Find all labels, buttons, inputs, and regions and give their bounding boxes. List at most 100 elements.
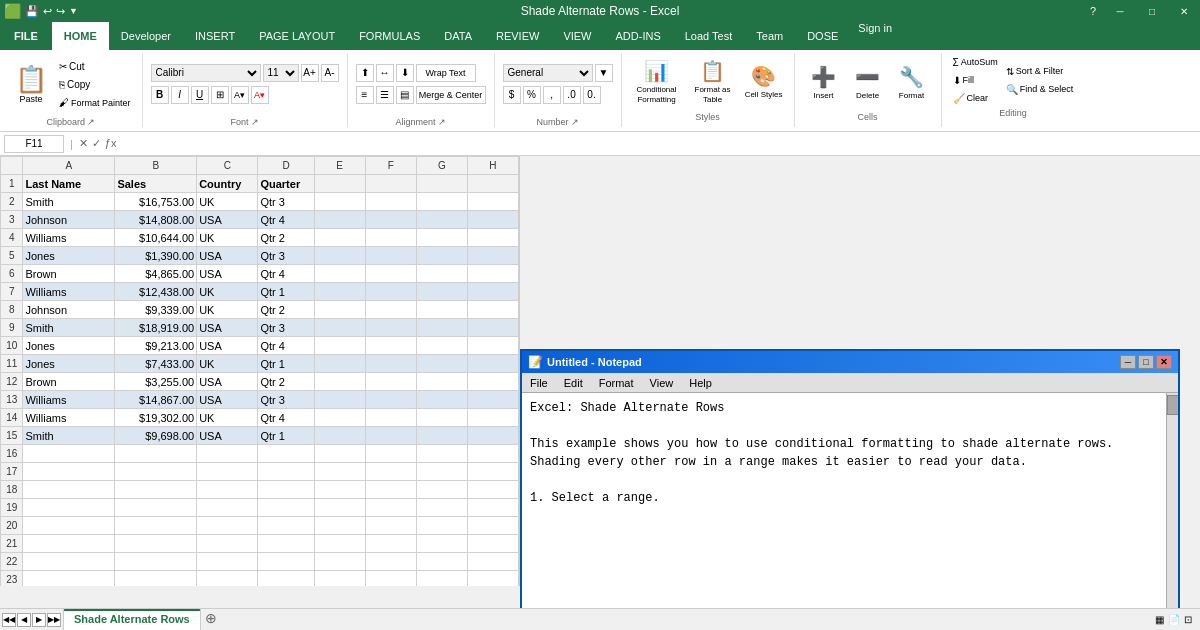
table-cell[interactable]: Jones: [23, 355, 115, 373]
table-cell[interactable]: [416, 391, 467, 409]
table-cell[interactable]: [416, 319, 467, 337]
table-cell[interactable]: $10,644.00: [115, 229, 197, 247]
row-header[interactable]: 20: [1, 517, 23, 535]
table-cell[interactable]: [365, 211, 416, 229]
notepad-menu-help[interactable]: Help: [681, 373, 720, 393]
notepad-menu-edit[interactable]: Edit: [556, 373, 591, 393]
table-cell[interactable]: [314, 355, 365, 373]
tab-addins[interactable]: ADD-INS: [604, 22, 673, 50]
table-cell[interactable]: [365, 427, 416, 445]
decimal-decrease-button[interactable]: 0.: [583, 86, 601, 104]
table-row[interactable]: 21: [1, 535, 519, 553]
table-cell[interactable]: [314, 319, 365, 337]
col-header-f[interactable]: F: [365, 157, 416, 175]
table-cell[interactable]: [467, 535, 518, 553]
fill-color-button[interactable]: A▾: [231, 86, 249, 104]
table-cell[interactable]: [197, 499, 258, 517]
font-color-button[interactable]: A▾: [251, 86, 269, 104]
tab-view[interactable]: VIEW: [551, 22, 603, 50]
table-cell[interactable]: [197, 553, 258, 571]
percent-button[interactable]: %: [523, 86, 541, 104]
cut-button[interactable]: ✂ Cut: [56, 59, 134, 75]
table-cell[interactable]: $1,390.00: [115, 247, 197, 265]
copy-button[interactable]: ⎘ Copy: [56, 77, 134, 93]
align-center-button[interactable]: ☰: [376, 86, 394, 104]
add-sheet-button[interactable]: ⊕: [201, 609, 221, 627]
table-cell[interactable]: [416, 517, 467, 535]
table-cell[interactable]: [467, 409, 518, 427]
tab-developer[interactable]: Developer: [109, 22, 183, 50]
table-cell[interactable]: [467, 247, 518, 265]
table-cell[interactable]: [416, 463, 467, 481]
table-row[interactable]: 15Smith$9,698.00USAQtr 1: [1, 427, 519, 445]
table-cell[interactable]: Qtr 3: [258, 319, 314, 337]
table-cell[interactable]: Qtr 4: [258, 265, 314, 283]
table-cell[interactable]: [365, 445, 416, 463]
row-header[interactable]: 22: [1, 553, 23, 571]
tab-team[interactable]: Team: [744, 22, 795, 50]
table-cell[interactable]: [197, 463, 258, 481]
tab-dose[interactable]: DOSE: [795, 22, 850, 50]
row-header[interactable]: 21: [1, 535, 23, 553]
table-cell[interactable]: [23, 463, 115, 481]
row-header[interactable]: 3: [1, 211, 23, 229]
row-header[interactable]: 13: [1, 391, 23, 409]
table-cell[interactable]: [467, 517, 518, 535]
quick-access-more[interactable]: ▼: [69, 6, 78, 16]
table-cell[interactable]: [115, 553, 197, 571]
table-cell[interactable]: [365, 553, 416, 571]
table-cell[interactable]: Jones: [23, 247, 115, 265]
table-cell[interactable]: [197, 481, 258, 499]
table-cell[interactable]: [23, 481, 115, 499]
table-cell[interactable]: [416, 283, 467, 301]
row-header[interactable]: 18: [1, 481, 23, 499]
col-header-g[interactable]: G: [416, 157, 467, 175]
italic-button[interactable]: I: [171, 86, 189, 104]
table-cell[interactable]: $9,339.00: [115, 301, 197, 319]
table-cell[interactable]: [314, 247, 365, 265]
table-cell[interactable]: [314, 211, 365, 229]
table-cell[interactable]: Qtr 2: [258, 301, 314, 319]
table-cell[interactable]: [416, 211, 467, 229]
row-header[interactable]: 8: [1, 301, 23, 319]
sheet-tab-shade-alternate-rows[interactable]: Shade Alternate Rows: [63, 609, 201, 630]
notepad-menu-format[interactable]: Format: [591, 373, 642, 393]
alignment-expand-icon[interactable]: ↗: [438, 117, 446, 127]
table-cell[interactable]: [416, 337, 467, 355]
table-cell[interactable]: [365, 409, 416, 427]
table-cell[interactable]: [314, 391, 365, 409]
number-expand-btn[interactable]: ▼: [595, 64, 613, 82]
formula-insert-fn-icon[interactable]: ƒx: [105, 137, 117, 150]
tab-page-layout[interactable]: PAGE LAYOUT: [247, 22, 347, 50]
table-cell[interactable]: USA: [197, 247, 258, 265]
number-format-select[interactable]: General: [503, 64, 593, 82]
table-cell[interactable]: USA: [197, 319, 258, 337]
table-cell[interactable]: [467, 193, 518, 211]
table-row[interactable]: 19: [1, 499, 519, 517]
table-row[interactable]: 8Johnson$9,339.00UKQtr 2: [1, 301, 519, 319]
table-cell[interactable]: USA: [197, 427, 258, 445]
sign-in-button[interactable]: Sign in: [850, 22, 900, 50]
format-as-table-button[interactable]: 📋 Format as Table: [686, 54, 740, 110]
quick-access-redo[interactable]: ↪: [56, 5, 65, 18]
table-cell[interactable]: $14,867.00: [115, 391, 197, 409]
table-cell[interactable]: [467, 319, 518, 337]
tab-home[interactable]: HOME: [52, 22, 109, 50]
table-cell[interactable]: [258, 553, 314, 571]
table-row[interactable]: 6Brown$4,865.00USAQtr 4: [1, 265, 519, 283]
table-cell[interactable]: Qtr 3: [258, 247, 314, 265]
table-cell[interactable]: [115, 535, 197, 553]
table-cell[interactable]: [416, 373, 467, 391]
row-header[interactable]: 1: [1, 175, 23, 193]
table-cell[interactable]: UK: [197, 229, 258, 247]
delete-button[interactable]: ➖ Delete: [847, 54, 889, 110]
table-row[interactable]: 22: [1, 553, 519, 571]
table-cell[interactable]: [115, 445, 197, 463]
table-cell[interactable]: [365, 337, 416, 355]
table-cell[interactable]: [416, 409, 467, 427]
table-cell[interactable]: Quarter: [258, 175, 314, 193]
col-header-h[interactable]: H: [467, 157, 518, 175]
table-cell[interactable]: [467, 427, 518, 445]
font-size-increase-button[interactable]: A+: [301, 64, 319, 82]
tab-data[interactable]: DATA: [432, 22, 484, 50]
